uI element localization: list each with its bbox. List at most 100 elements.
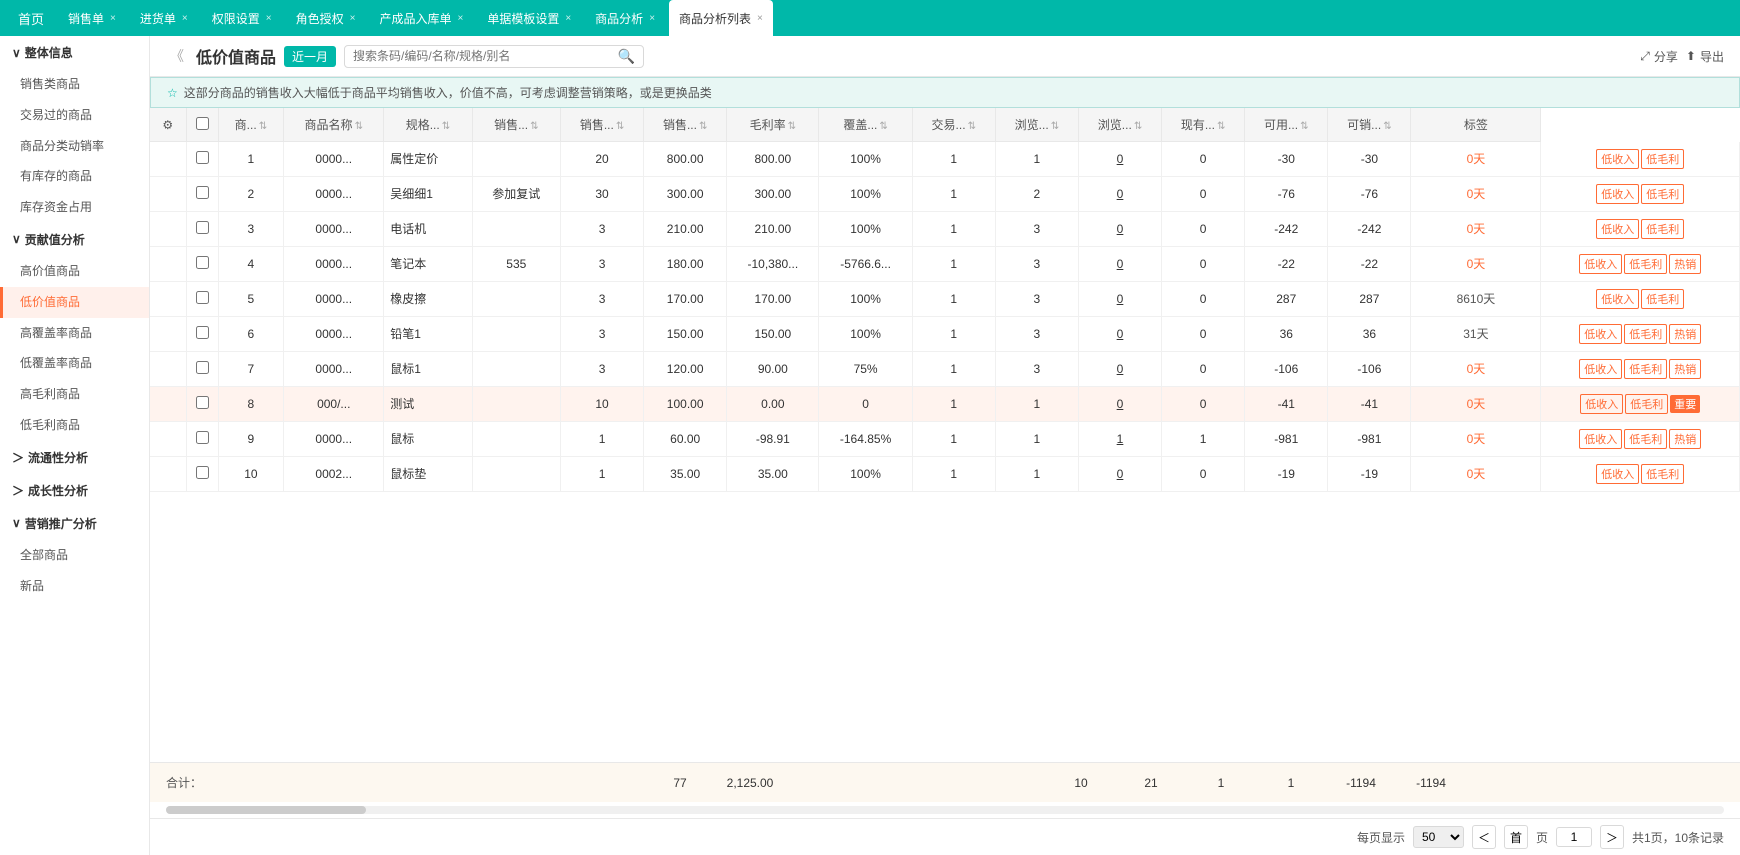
row-checkbox[interactable] <box>196 326 209 339</box>
td-browse1[interactable]: 0 <box>1078 211 1161 246</box>
sidebar-section-marketing[interactable]: ∨ 营销推广分析 <box>0 507 149 540</box>
nav-roles[interactable]: 角色授权 × <box>286 0 366 36</box>
sidebar-section-liquidity[interactable]: ＞ 流通性分析 <box>0 441 149 474</box>
row-checkbox[interactable] <box>196 466 209 479</box>
td-trade: 3 <box>995 351 1078 386</box>
page-number-input[interactable] <box>1556 827 1592 847</box>
td-checkbox[interactable] <box>186 142 218 177</box>
th-checkbox[interactable] <box>186 108 218 142</box>
sidebar-item-high-margin[interactable]: 高毛利商品 <box>0 379 149 410</box>
row-checkbox[interactable] <box>196 361 209 374</box>
sidebar-section-contribution[interactable]: ∨ 贡献值分析 <box>0 223 149 256</box>
nav-purchase[interactable]: 进货单 × <box>130 0 198 36</box>
td-browse1[interactable]: 0 <box>1078 351 1161 386</box>
sidebar-item-sales-products[interactable]: 销售类商品 <box>0 69 149 100</box>
horizontal-scrollbar[interactable] <box>166 806 1724 814</box>
td-checkbox[interactable] <box>186 351 218 386</box>
td-browse1[interactable]: 0 <box>1078 281 1161 316</box>
sidebar-item-category-sales[interactable]: 商品分类动销率 <box>0 131 149 162</box>
close-permissions[interactable]: × <box>266 13 272 24</box>
browse-link[interactable]: 1 <box>1117 432 1124 446</box>
browse-link[interactable]: 0 <box>1117 187 1124 201</box>
nav-template[interactable]: 单据模板设置 × <box>477 0 581 36</box>
browse-link[interactable]: 0 <box>1117 222 1124 236</box>
td-checkbox[interactable] <box>186 281 218 316</box>
close-analysis[interactable]: × <box>649 13 655 24</box>
sidebar-section-overall[interactable]: ∨ 整体信息 <box>0 36 149 69</box>
row-checkbox[interactable] <box>196 151 209 164</box>
sidebar-item-all-products[interactable]: 全部商品 <box>0 540 149 571</box>
select-all-checkbox[interactable] <box>196 117 209 130</box>
sidebar-item-low-value[interactable]: 低价值商品 <box>0 287 149 318</box>
row-checkbox[interactable] <box>196 431 209 444</box>
close-analysis-list[interactable]: × <box>757 13 763 24</box>
td-checkbox[interactable] <box>186 211 218 246</box>
td-price: 150.00 <box>644 316 727 351</box>
browse-link[interactable]: 0 <box>1117 257 1124 271</box>
td-avail: 287 <box>1328 281 1411 316</box>
close-sales[interactable]: × <box>110 13 116 24</box>
sidebar-item-low-margin[interactable]: 低毛利商品 <box>0 410 149 441</box>
td-checkbox[interactable] <box>186 246 218 281</box>
td-browse1[interactable]: 0 <box>1078 386 1161 421</box>
browse-link[interactable]: 0 <box>1117 292 1124 306</box>
close-products[interactable]: × <box>457 13 463 24</box>
row-checkbox[interactable] <box>196 396 209 409</box>
sidebar-section-growth[interactable]: ＞ 成长性分析 <box>0 474 149 507</box>
td-checkbox[interactable] <box>186 421 218 456</box>
td-sellable: 0天 <box>1411 456 1541 491</box>
scrollbar-thumb[interactable] <box>166 806 366 814</box>
next-page-btn[interactable]: ＞ <box>1600 825 1624 849</box>
page-size-select[interactable]: 50 100 <box>1413 826 1464 848</box>
td-stock: -41 <box>1245 386 1328 421</box>
browse-link[interactable]: 0 <box>1117 362 1124 376</box>
close-template[interactable]: × <box>565 13 571 24</box>
close-roles[interactable]: × <box>350 13 356 24</box>
td-qty: 3 <box>560 316 643 351</box>
td-browse1[interactable]: 0 <box>1078 142 1161 177</box>
first-page-btn[interactable]: 首 <box>1504 825 1528 849</box>
sidebar-item-traded[interactable]: 交易过的商品 <box>0 100 149 131</box>
export-button[interactable]: ⬆ 导出 <box>1686 48 1724 65</box>
time-filter-button[interactable]: 近一月 <box>284 46 336 67</box>
sidebar-item-high-value[interactable]: 高价值商品 <box>0 256 149 287</box>
nav-home[interactable]: 首页 <box>8 0 54 36</box>
sidebar-collapse-btn[interactable]: 《 <box>166 46 188 66</box>
prev-page-btn[interactable]: ＜ <box>1472 825 1496 849</box>
close-purchase[interactable]: × <box>182 13 188 24</box>
row-checkbox[interactable] <box>196 256 209 269</box>
td-browse1[interactable]: 0 <box>1078 246 1161 281</box>
td-browse1[interactable]: 0 <box>1078 456 1161 491</box>
nav-permissions[interactable]: 权限设置 × <box>202 0 282 36</box>
nav-sales[interactable]: 销售单 × <box>58 0 126 36</box>
row-checkbox[interactable] <box>196 221 209 234</box>
nav-analysis-list[interactable]: 商品分析列表 × <box>669 0 773 36</box>
td-browse1[interactable]: 0 <box>1078 316 1161 351</box>
td-checkbox[interactable] <box>186 176 218 211</box>
row-checkbox[interactable] <box>196 291 209 304</box>
search-input[interactable] <box>353 49 614 63</box>
th-settings[interactable]: ⚙ <box>150 108 186 142</box>
td-checkbox[interactable] <box>186 386 218 421</box>
nav-analysis[interactable]: 商品分析 × <box>585 0 665 36</box>
browse-link[interactable]: 0 <box>1117 327 1124 341</box>
share-button[interactable]: ⤢ 分享 <box>1640 48 1678 65</box>
nav-products[interactable]: 产成品入库单 × <box>369 0 473 36</box>
browse-link[interactable]: 0 <box>1117 397 1124 411</box>
notice-icon: ☆ <box>167 86 178 100</box>
td-browse1[interactable]: 0 <box>1078 176 1161 211</box>
tag-low-margin: 低毛利 <box>1641 184 1684 204</box>
td-num: 0000... <box>284 246 384 281</box>
row-checkbox[interactable] <box>196 186 209 199</box>
td-checkbox[interactable] <box>186 316 218 351</box>
sidebar-item-stock-products[interactable]: 有库存的商品 <box>0 161 149 192</box>
sidebar-item-stock-capital[interactable]: 库存资金占用 <box>0 192 149 223</box>
td-browse1[interactable]: 1 <box>1078 421 1161 456</box>
sidebar-item-low-coverage[interactable]: 低覆盖率商品 <box>0 348 149 379</box>
td-checkbox[interactable] <box>186 456 218 491</box>
td-price: 800.00 <box>644 142 727 177</box>
sidebar-item-high-coverage[interactable]: 高覆盖率商品 <box>0 318 149 349</box>
browse-link[interactable]: 0 <box>1117 467 1124 481</box>
sidebar-item-new-products[interactable]: 新品 <box>0 571 149 602</box>
browse-link[interactable]: 0 <box>1117 152 1124 166</box>
